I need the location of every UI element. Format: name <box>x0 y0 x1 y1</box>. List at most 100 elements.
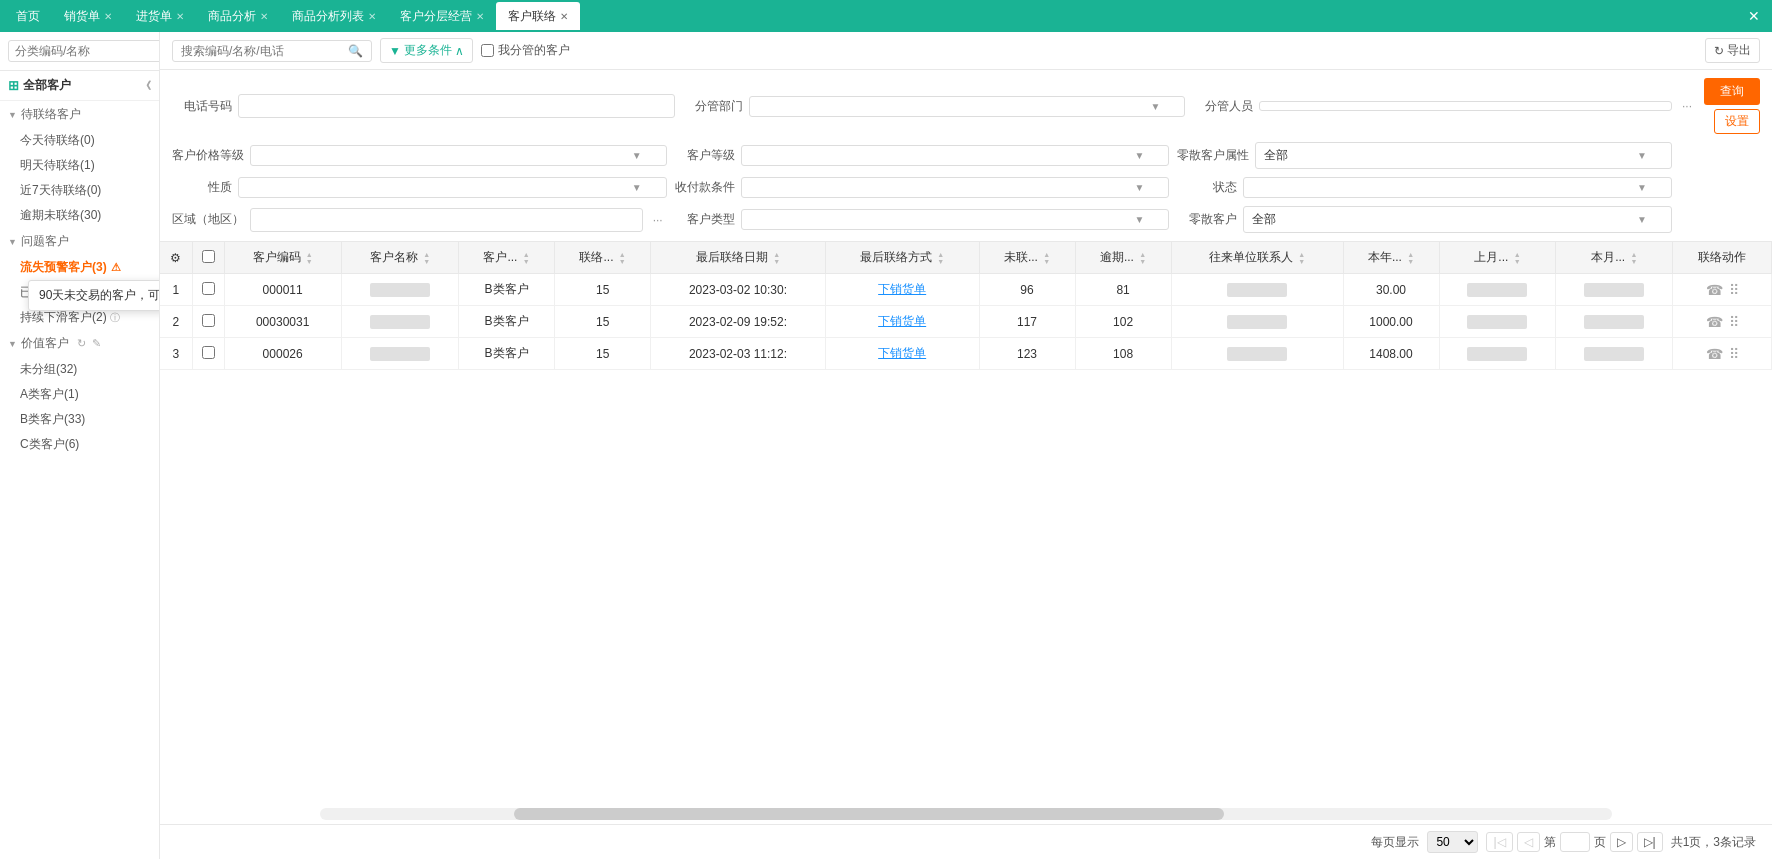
row2-phone-icon[interactable]: ☎ <box>1706 314 1723 330</box>
sidebar-item-class-c[interactable]: C类客户(6) <box>0 432 159 457</box>
select-all-checkbox[interactable] <box>202 250 215 263</box>
sidebar-group-problem[interactable]: ▼ 问题客户 <box>0 228 159 255</box>
row1-phone-icon[interactable]: ☎ <box>1706 282 1723 298</box>
th-code[interactable]: 客户编码 ▲▼ <box>224 242 341 274</box>
sidebar-group-value[interactable]: ▼ 价值客户 ↻ ✎ <box>0 330 159 357</box>
row1-method-link[interactable]: 下销货单 <box>878 282 926 296</box>
next-page-button[interactable]: ▷ <box>1610 832 1633 852</box>
filter-region-dots[interactable]: ··· <box>649 213 667 227</box>
sidebar-item-overdue[interactable]: 逾期未联络(30) <box>0 203 159 228</box>
grid-icon: ⊞ <box>8 78 19 93</box>
th-contact-label: 联络... <box>579 250 613 264</box>
settings-button[interactable]: 设置 <box>1714 109 1760 134</box>
filter-customer-level-arrow: ▼ <box>1134 150 1144 161</box>
filter-person-select[interactable] <box>1259 101 1672 111</box>
tab-customer-layer-close[interactable]: ✕ <box>476 11 484 22</box>
row3-phone-icon[interactable]: ☎ <box>1706 346 1723 362</box>
export-button[interactable]: ↻ 导出 <box>1705 38 1760 63</box>
scroll-thumb[interactable] <box>514 808 1225 820</box>
th-uncontacted[interactable]: 未联... ▲▼ <box>979 242 1075 274</box>
filter-dept-select[interactable]: ▼ <box>749 96 1186 117</box>
tab-customer-contact[interactable]: 客户联络 ✕ <box>496 2 580 30</box>
more-conditions-button[interactable]: ▼ 更多条件 ∧ <box>380 38 473 63</box>
row3-date: 2023-02-03 11:12: <box>651 338 826 370</box>
value-edit-icon[interactable]: ✎ <box>92 337 101 350</box>
row3-method-link[interactable]: 下销货单 <box>878 346 926 360</box>
th-this-month[interactable]: 本月... ▲▼ <box>1556 242 1673 274</box>
th-name[interactable]: 客户名称 ▲▼ <box>341 242 458 274</box>
row1-checkbox[interactable] <box>202 282 215 295</box>
page-number-input[interactable]: 1 <box>1560 832 1590 852</box>
tab-sales-close[interactable]: ✕ <box>104 11 112 22</box>
th-contact[interactable]: 联络... ▲▼ <box>555 242 651 274</box>
sidebar-item-class-b[interactable]: B类客户(33) <box>0 407 159 432</box>
search-input[interactable] <box>181 44 344 58</box>
row2-more-icon[interactable]: ⠿ <box>1729 314 1739 330</box>
row3-checkbox[interactable] <box>202 346 215 359</box>
sidebar-search-input[interactable] <box>8 40 160 62</box>
my-customers-checkbox[interactable] <box>481 44 494 57</box>
prev-page-button[interactable]: ◁ <box>1517 832 1540 852</box>
th-settings[interactable]: ⚙ <box>160 242 192 274</box>
row2-method[interactable]: 下销货单 <box>825 306 979 338</box>
th-this-year[interactable]: 本年... ▲▼ <box>1343 242 1439 274</box>
filter-nature-select[interactable]: ▼ <box>238 177 667 198</box>
th-last-contact-method[interactable]: 最后联络方式 ▲▼ <box>825 242 979 274</box>
sidebar-item-tomorrow[interactable]: 明天待联络(1) <box>0 153 159 178</box>
tab-purchase[interactable]: 进货单 ✕ <box>124 2 196 30</box>
th-overdue[interactable]: 逾期... ▲▼ <box>1075 242 1171 274</box>
filter-sparse-attr-select[interactable]: 全部 ▼ <box>1255 142 1672 169</box>
filter-customer-type-select[interactable]: ▼ <box>741 209 1170 230</box>
tab-goods-analysis[interactable]: 商品分析 ✕ <box>196 2 280 30</box>
query-button[interactable]: 查询 <box>1704 78 1760 105</box>
tab-home[interactable]: 首页 <box>4 2 52 30</box>
row1-method[interactable]: 下销货单 <box>825 274 979 306</box>
row1-more-icon[interactable]: ⠿ <box>1729 282 1739 298</box>
row2-method-link[interactable]: 下销货单 <box>878 314 926 328</box>
sidebar-item-today[interactable]: 今天待联络(0) <box>0 128 159 153</box>
row2-type: B类客户 <box>459 306 555 338</box>
window-close-button[interactable]: ✕ <box>1740 8 1768 24</box>
sidebar-item-class-a[interactable]: A类客户(1) <box>0 382 159 407</box>
filter-customer-level-select[interactable]: ▼ <box>741 145 1170 166</box>
sidebar-all-customers[interactable]: ⊞ 全部客户 《 <box>0 71 159 101</box>
th-contact-person[interactable]: 往来单位联系人 ▲▼ <box>1171 242 1343 274</box>
filter-phone-input[interactable] <box>238 94 675 118</box>
th-action: 联络动作 <box>1673 242 1772 274</box>
value-refresh-icon[interactable]: ↻ <box>77 337 86 350</box>
filter-sparse-select[interactable]: 全部 ▼ <box>1243 206 1672 233</box>
per-page-select[interactable]: 50 100 200 <box>1427 831 1478 853</box>
horizontal-scrollbar[interactable] <box>320 808 1612 820</box>
table-wrap: ⚙ 客户编码 ▲▼ 客户名称 ▲▼ 客户... ▲▼ <box>160 242 1772 804</box>
tab-purchase-close[interactable]: ✕ <box>176 11 184 22</box>
row3-more-icon[interactable]: ⠿ <box>1729 346 1739 362</box>
sidebar-item-ungrouped[interactable]: 未分组(32) <box>0 357 159 382</box>
filter-region-input[interactable] <box>250 208 643 232</box>
tab-sales[interactable]: 销货单 ✕ <box>52 2 124 30</box>
sidebar-group-pending[interactable]: ▼ 待联络客户 <box>0 101 159 128</box>
my-customers-check[interactable]: 我分管的客户 <box>481 42 570 59</box>
th-last-contact-date[interactable]: 最后联络日期 ▲▼ <box>651 242 826 274</box>
tab-goods-analysis-close[interactable]: ✕ <box>260 11 268 22</box>
row1-action-icons: ☎ ⠿ <box>1681 282 1763 298</box>
row1-check[interactable] <box>192 274 224 306</box>
first-page-button[interactable]: |◁ <box>1486 832 1512 852</box>
filter-person-dots[interactable]: ··· <box>1678 99 1696 113</box>
filter-status-select[interactable]: ▼ <box>1243 177 1672 198</box>
tab-customer-layer[interactable]: 客户分层经营 ✕ <box>388 2 496 30</box>
tab-customer-contact-close[interactable]: ✕ <box>560 11 568 22</box>
row2-checkbox[interactable] <box>202 314 215 327</box>
row3-method[interactable]: 下销货单 <box>825 338 979 370</box>
last-page-button[interactable]: ▷| <box>1637 832 1663 852</box>
sidebar-item-week[interactable]: 近7天待联络(0) <box>0 178 159 203</box>
th-last-month[interactable]: 上月... ▲▼ <box>1439 242 1556 274</box>
filter-price-level-select[interactable]: ▼ <box>250 145 667 166</box>
row2-check[interactable] <box>192 306 224 338</box>
th-type[interactable]: 客户... ▲▼ <box>459 242 555 274</box>
row3-check[interactable] <box>192 338 224 370</box>
tab-goods-list[interactable]: 商品分析列表 ✕ <box>280 2 388 30</box>
tab-goods-list-close[interactable]: ✕ <box>368 11 376 22</box>
sidebar-item-lost-pre[interactable]: 流失预警客户(3) ⚠ <box>0 255 159 280</box>
th-check[interactable] <box>192 242 224 274</box>
filter-payment-select[interactable]: ▼ <box>741 177 1170 198</box>
